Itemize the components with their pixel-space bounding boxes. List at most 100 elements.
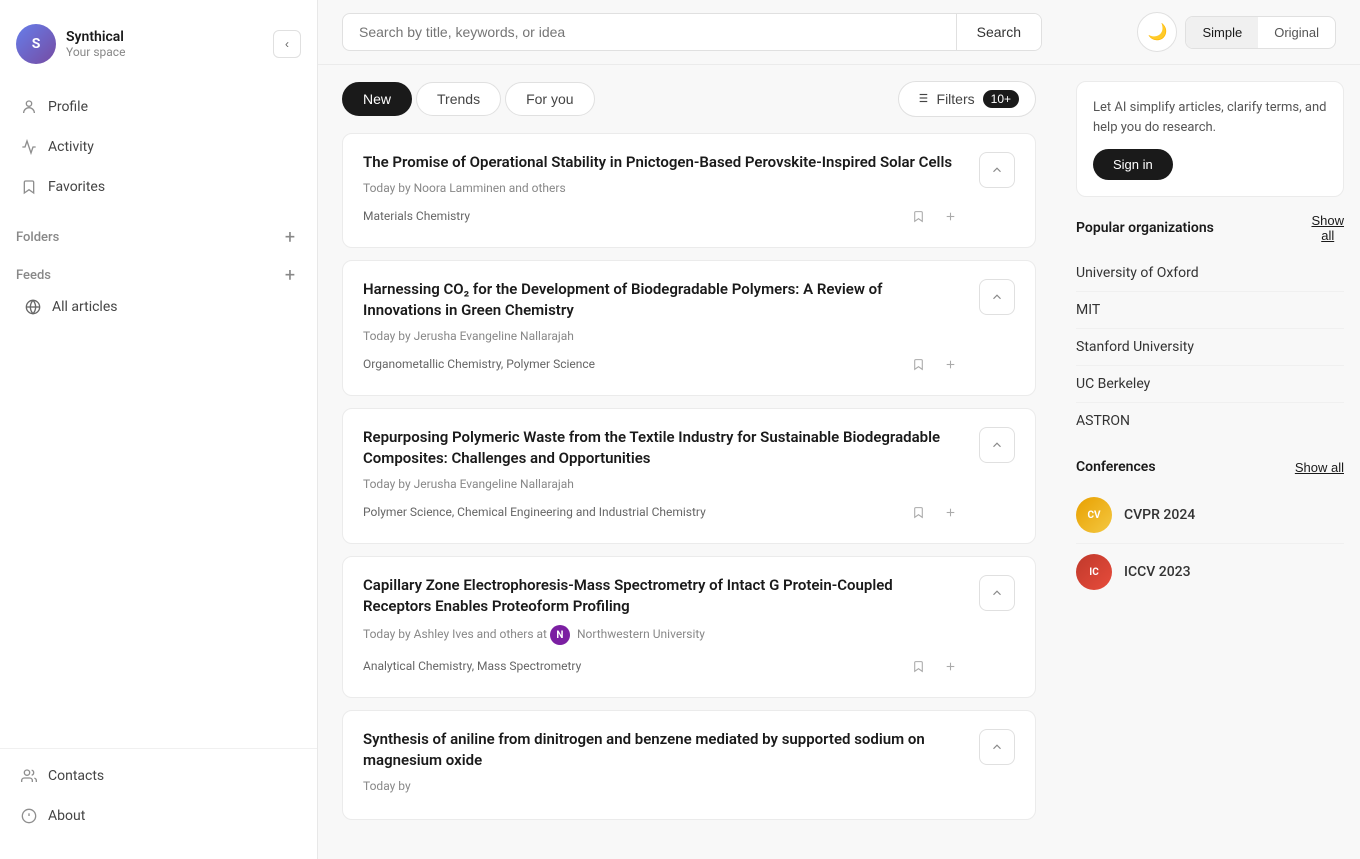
- org-item[interactable]: University of Oxford: [1076, 255, 1344, 292]
- topbar-right: 🌙 Simple Original: [1137, 12, 1336, 52]
- add-button[interactable]: [937, 653, 963, 679]
- article-content: Harnessing CO₂ for the Development of Bi…: [363, 279, 963, 377]
- upvote-button[interactable]: [979, 279, 1015, 315]
- article-tags: Analytical Chemistry, Mass Spectrometry: [363, 653, 963, 679]
- filters-button[interactable]: Filters 10+: [898, 81, 1036, 117]
- collapse-sidebar-button[interactable]: ‹: [273, 30, 301, 58]
- article-content: Repurposing Polymeric Waste from the Tex…: [363, 427, 963, 525]
- article-title[interactable]: The Promise of Operational Stability in …: [363, 152, 963, 173]
- article-tag: Analytical Chemistry, Mass Spectrometry: [363, 659, 581, 673]
- university-name: Northwestern University: [577, 627, 705, 641]
- show-all-orgs-button[interactable]: Showall: [1311, 213, 1344, 243]
- promo-text: Let AI simplify articles, clarify terms,…: [1093, 98, 1327, 137]
- sidebar-item-label: About: [48, 808, 85, 824]
- article-meta: Today by Jerusha Evangeline Nallarajah: [363, 329, 963, 343]
- article-tags: Polymer Science, Chemical Engineering an…: [363, 499, 963, 525]
- filter-bar: New Trends For you Filters 10+: [342, 81, 1036, 117]
- sidebar-item-contacts[interactable]: Contacts: [8, 757, 309, 795]
- dark-mode-button[interactable]: 🌙: [1137, 12, 1177, 52]
- feeds-section: Feeds +: [0, 252, 317, 290]
- sidebar-item-about[interactable]: About: [8, 797, 309, 835]
- tab-new[interactable]: New: [342, 82, 412, 116]
- add-folder-button[interactable]: +: [279, 226, 301, 248]
- add-button[interactable]: [937, 351, 963, 377]
- university-logo: N: [550, 625, 570, 645]
- sidebar-item-activity[interactable]: Activity: [8, 128, 309, 166]
- filters-label: Filters: [937, 91, 975, 107]
- section-header: Popular organizations Showall: [1076, 213, 1344, 243]
- sidebar-bottom: Contacts About: [0, 748, 317, 843]
- search-input[interactable]: [343, 14, 956, 50]
- conference-item[interactable]: IC ICCV 2023: [1076, 544, 1344, 600]
- article-actions: [905, 499, 963, 525]
- simple-view-button[interactable]: Simple: [1186, 17, 1258, 48]
- sidebar-nav: Profile Activity Favorites: [0, 80, 317, 214]
- activity-icon: [20, 138, 38, 156]
- article-meta: Today by Jerusha Evangeline Nallarajah: [363, 477, 963, 491]
- conference-list: CV CVPR 2024 IC ICCV 2023: [1076, 487, 1344, 600]
- article-card: Synthesis of aniline from dinitrogen and…: [342, 710, 1036, 820]
- article-title[interactable]: Capillary Zone Electrophoresis-Mass Spec…: [363, 575, 963, 617]
- sidebar-item-favorites[interactable]: Favorites: [8, 168, 309, 206]
- original-view-button[interactable]: Original: [1258, 17, 1335, 48]
- article-actions: [905, 653, 963, 679]
- org-item[interactable]: UC Berkeley: [1076, 366, 1344, 403]
- person-icon: [20, 98, 38, 116]
- article-content: Capillary Zone Electrophoresis-Mass Spec…: [363, 575, 963, 679]
- upvote-button[interactable]: [979, 427, 1015, 463]
- bookmark-button[interactable]: [905, 653, 931, 679]
- upvote-button[interactable]: [979, 152, 1015, 188]
- article-tags: Organometallic Chemistry, Polymer Scienc…: [363, 351, 963, 377]
- article-title[interactable]: Repurposing Polymeric Waste from the Tex…: [363, 427, 963, 469]
- sidebar-item-label: Activity: [48, 139, 94, 155]
- promo-box: Let AI simplify articles, clarify terms,…: [1076, 81, 1344, 197]
- article-content: The Promise of Operational Stability in …: [363, 152, 963, 229]
- upvote-button[interactable]: [979, 575, 1015, 611]
- sidebar-item-profile[interactable]: Profile: [8, 88, 309, 126]
- bookmark-button[interactable]: [905, 203, 931, 229]
- user-subtitle: Your space: [66, 45, 125, 59]
- add-feed-button[interactable]: +: [279, 264, 301, 286]
- article-tag: Organometallic Chemistry, Polymer Scienc…: [363, 357, 595, 371]
- upvote-button[interactable]: [979, 729, 1015, 765]
- org-list: University of Oxford MIT Stanford Univer…: [1076, 255, 1344, 439]
- article-title[interactable]: Synthesis of aniline from dinitrogen and…: [363, 729, 963, 771]
- article-actions: [905, 203, 963, 229]
- globe-icon: [24, 298, 42, 316]
- filters-count: 10+: [983, 90, 1019, 108]
- tab-trends[interactable]: Trends: [416, 82, 501, 116]
- show-all-conferences-button[interactable]: Show all: [1295, 460, 1344, 475]
- conferences-title: Conferences: [1076, 459, 1156, 475]
- view-toggle: Simple Original: [1185, 16, 1336, 49]
- tab-for-you[interactable]: For you: [505, 82, 594, 116]
- article-title[interactable]: Harnessing CO₂ for the Development of Bi…: [363, 279, 963, 321]
- bookmark-button[interactable]: [905, 351, 931, 377]
- popular-orgs-title: Popular organizations: [1076, 220, 1214, 236]
- right-sidebar: Let AI simplify articles, clarify terms,…: [1060, 65, 1360, 859]
- conferences-section: Conferences Show all CV CVPR 2024 IC ICC…: [1076, 459, 1344, 600]
- article-meta-text: Today by Ashley Ives and others at: [363, 627, 547, 641]
- folders-label: Folders: [16, 230, 59, 245]
- conference-logo: CV: [1076, 497, 1112, 533]
- bookmark-button[interactable]: [905, 499, 931, 525]
- add-button[interactable]: [937, 499, 963, 525]
- article-card: Harnessing CO₂ for the Development of Bi…: [342, 260, 1036, 396]
- conference-item[interactable]: CV CVPR 2024: [1076, 487, 1344, 544]
- sign-in-button[interactable]: Sign in: [1093, 149, 1173, 180]
- org-item[interactable]: Stanford University: [1076, 329, 1344, 366]
- sidebar: S Synthical Your space ‹ Profile Activit…: [0, 0, 318, 859]
- sidebar-item-label: Favorites: [48, 179, 105, 195]
- search-button[interactable]: Search: [956, 14, 1041, 50]
- org-item[interactable]: MIT: [1076, 292, 1344, 329]
- popular-orgs-section: Popular organizations Showall University…: [1076, 213, 1344, 439]
- article-card: Capillary Zone Electrophoresis-Mass Spec…: [342, 556, 1036, 698]
- all-articles-label: All articles: [52, 299, 117, 315]
- sidebar-item-label: Profile: [48, 99, 88, 115]
- add-button[interactable]: [937, 203, 963, 229]
- topbar: Search 🌙 Simple Original: [318, 0, 1360, 65]
- sidebar-item-all-articles[interactable]: All articles: [8, 290, 309, 324]
- org-item[interactable]: ASTRON: [1076, 403, 1344, 439]
- article-actions: [905, 351, 963, 377]
- conference-logo: IC: [1076, 554, 1112, 590]
- conference-name: ICCV 2023: [1124, 564, 1191, 580]
